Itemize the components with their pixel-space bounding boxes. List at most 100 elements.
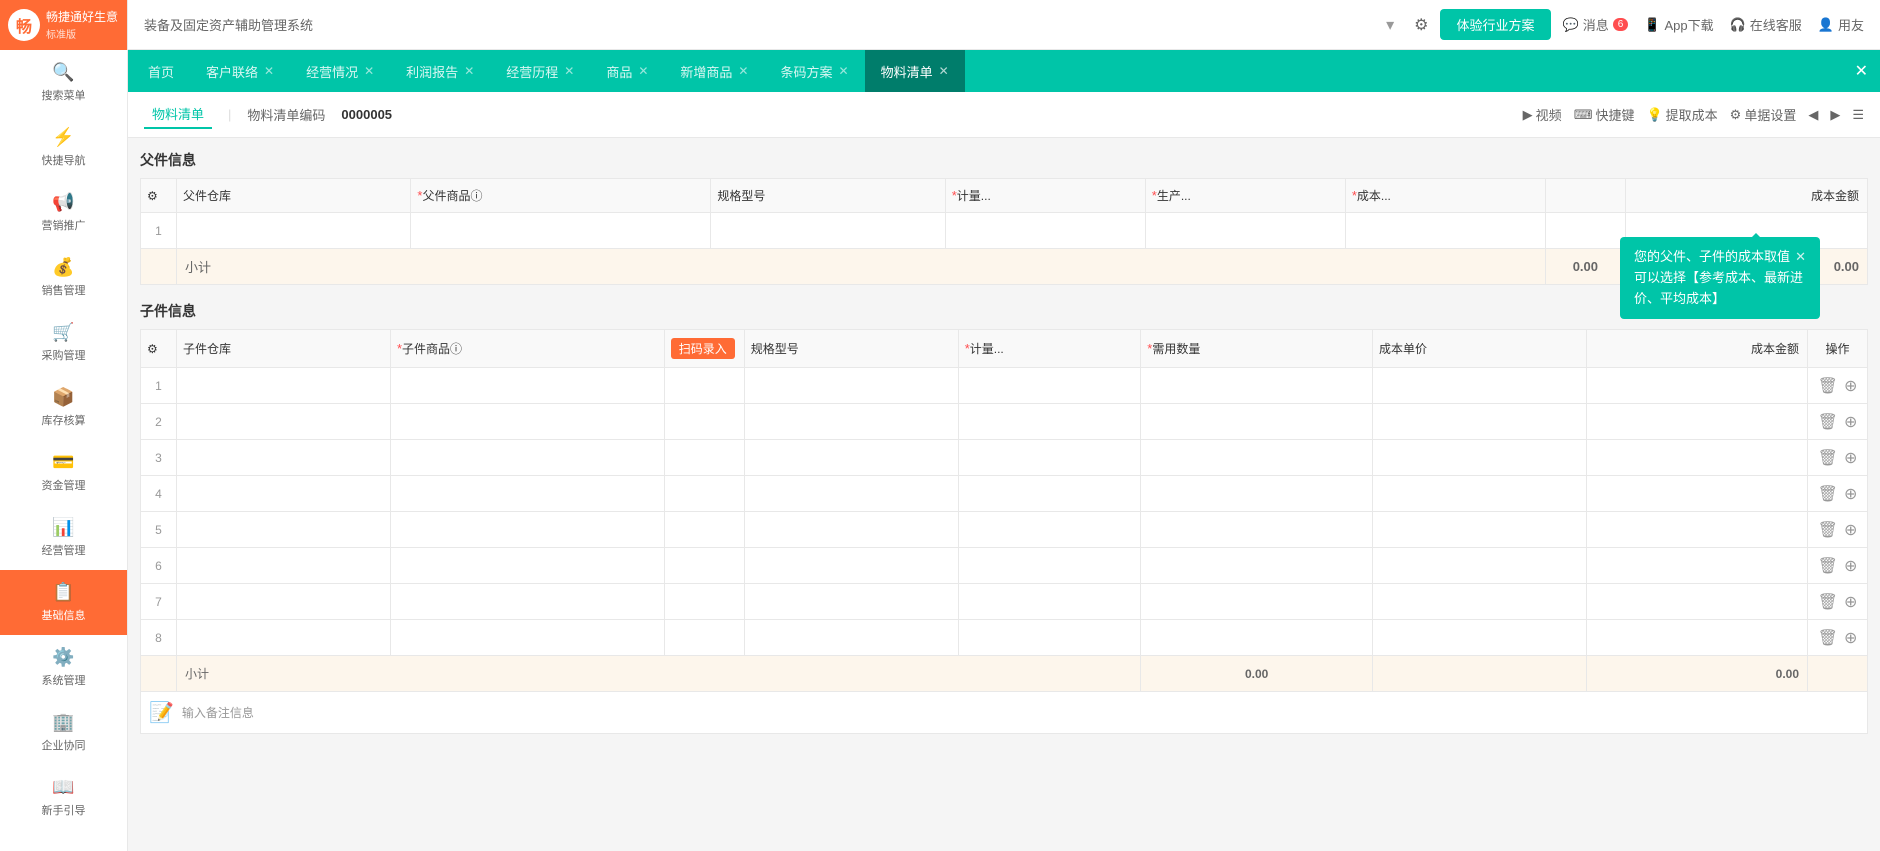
child-cell-warehouse-5[interactable] [177,512,391,548]
sidebar-item-purchase[interactable]: 🛒 采购管理 [0,310,127,375]
sidebar-item-search[interactable]: 🔍 搜索菜单 [0,50,127,115]
tab-barcode[interactable]: 条码方案 ✕ [764,50,864,92]
copy-icon[interactable]: ⊕ [1844,376,1857,396]
parent-cell-production[interactable] [1145,213,1345,249]
child-cell-warehouse-8[interactable] [177,620,391,656]
tab-history[interactable]: 经营历程 ✕ [490,50,590,92]
tab-customer[interactable]: 客户联络 ✕ [190,50,290,92]
tab-close-customer[interactable]: ✕ [264,64,274,78]
child-cell-qty-2[interactable] [1141,404,1373,440]
sidebar-item-enterprise[interactable]: 🏢 企业协同 [0,700,127,765]
tab-goods[interactable]: 商品 ✕ [590,50,664,92]
child-cell-product-1[interactable] [390,368,664,404]
child-cell-spec-1[interactable] [744,368,958,404]
parent-th-settings[interactable]: ⚙ [141,179,177,213]
child-cell-unit-7[interactable] [958,584,1141,620]
page-tab-bom[interactable]: 物料清单 [144,100,212,129]
child-cell-unit-cost-8[interactable] [1373,620,1587,656]
child-cell-product-5[interactable] [390,512,664,548]
delete-icon[interactable]: 🗑 [1818,448,1838,468]
user-item[interactable]: 👤 用友 [1818,15,1864,34]
copy-icon[interactable]: ⊕ [1844,628,1857,648]
sidebar-item-operations[interactable]: 📊 经营管理 [0,505,127,570]
delete-icon[interactable]: 🗑 [1818,412,1838,432]
child-cell-spec-8[interactable] [744,620,958,656]
action-single-settings[interactable]: ⚙ 单据设置 [1730,105,1797,124]
child-cell-spec-4[interactable] [744,476,958,512]
action-shortcut[interactable]: ⌨ 快捷键 [1574,105,1635,124]
copy-icon[interactable]: ⊕ [1844,484,1857,504]
child-cell-qty-3[interactable] [1141,440,1373,476]
child-cell-product-7[interactable] [390,584,664,620]
sidebar-item-marketing[interactable]: 📢 营销推广 [0,180,127,245]
tab-close-history[interactable]: ✕ [564,64,574,78]
tab-close-barcode[interactable]: ✕ [839,64,849,78]
child-cell-product-8[interactable] [390,620,664,656]
menu-icon[interactable]: ☰ [1852,107,1864,123]
child-cell-unit-6[interactable] [958,548,1141,584]
child-cell-product-2[interactable] [390,404,664,440]
child-cell-warehouse-1[interactable] [177,368,391,404]
scan-button[interactable]: 扫码录入 [671,338,735,359]
child-cell-unit-5[interactable] [958,512,1141,548]
trial-button[interactable]: 体验行业方案 [1440,9,1550,40]
left-arrow-icon[interactable]: ◀ [1808,107,1818,123]
child-cell-qty-8[interactable] [1141,620,1373,656]
child-cell-spec-2[interactable] [744,404,958,440]
child-cell-spec-5[interactable] [744,512,958,548]
child-cell-qty-4[interactable] [1141,476,1373,512]
parent-cell-cost[interactable] [1345,213,1545,249]
delete-icon[interactable]: 🗑 [1818,520,1838,540]
child-cell-warehouse-2[interactable] [177,404,391,440]
sidebar-item-quick-nav[interactable]: ⚡ 快捷导航 [0,115,127,180]
child-cell-unit-4[interactable] [958,476,1141,512]
child-cell-unit-cost-3[interactable] [1373,440,1587,476]
parent-cell-warehouse[interactable] [177,213,411,249]
child-cell-unit-cost-6[interactable] [1373,548,1587,584]
child-cell-warehouse-7[interactable] [177,584,391,620]
sidebar-item-guide[interactable]: 📖 新手引导 [0,765,127,830]
sidebar-item-finance[interactable]: 💳 资金管理 [0,440,127,505]
child-cell-unit-cost-4[interactable] [1373,476,1587,512]
copy-icon[interactable]: ⊕ [1844,448,1857,468]
delete-icon[interactable]: 🗑 [1818,484,1838,504]
child-cell-product-4[interactable] [390,476,664,512]
copy-icon[interactable]: ⊕ [1844,592,1857,612]
tab-close-goods[interactable]: ✕ [638,64,648,78]
delete-icon[interactable]: 🗑 [1818,592,1838,612]
close-page-icon[interactable]: ✕ [1843,61,1880,81]
delete-icon[interactable]: 🗑 [1818,556,1838,576]
child-cell-product-3[interactable] [390,440,664,476]
sidebar-item-basic-info[interactable]: 📋 基础信息 [0,570,127,635]
copy-icon[interactable]: ⊕ [1844,412,1857,432]
child-cell-unit-cost-5[interactable] [1373,512,1587,548]
delete-icon[interactable]: 🗑 [1818,376,1838,396]
tab-home[interactable]: 首页 [128,50,190,92]
parent-cell-product[interactable] [411,213,711,249]
tab-operations[interactable]: 经营情况 ✕ [290,50,390,92]
child-cell-unit-1[interactable] [958,368,1141,404]
child-cell-qty-1[interactable] [1141,368,1373,404]
child-cell-spec-3[interactable] [744,440,958,476]
app-download-item[interactable]: 📱 App下载 [1644,15,1713,34]
settings-gear-icon[interactable]: ⚙ [1414,15,1428,35]
dropdown-arrow-icon[interactable]: ▾ [1386,15,1394,35]
sidebar-item-sales[interactable]: 💰 销售管理 [0,245,127,310]
online-service-item[interactable]: 🎧 在线客服 [1730,15,1802,34]
tab-close-new-goods[interactable]: ✕ [738,64,748,78]
tab-close-profit[interactable]: ✕ [464,64,474,78]
child-cell-unit-2[interactable] [958,404,1141,440]
parent-cell-spec[interactable] [711,213,945,249]
child-cell-unit-8[interactable] [958,620,1141,656]
child-cell-qty-6[interactable] [1141,548,1373,584]
delete-icon[interactable]: 🗑 [1818,628,1838,648]
tab-close-bom[interactable]: ✕ [939,64,949,78]
child-cell-spec-7[interactable] [744,584,958,620]
right-arrow-icon[interactable]: ▶ [1830,107,1840,123]
child-cell-warehouse-6[interactable] [177,548,391,584]
child-cell-qty-7[interactable] [1141,584,1373,620]
tab-new-goods[interactable]: 新增商品 ✕ [664,50,764,92]
child-cell-unit-cost-7[interactable] [1373,584,1587,620]
action-video[interactable]: ▶ 视频 [1523,105,1562,124]
child-th-settings[interactable]: ⚙ [141,330,177,368]
